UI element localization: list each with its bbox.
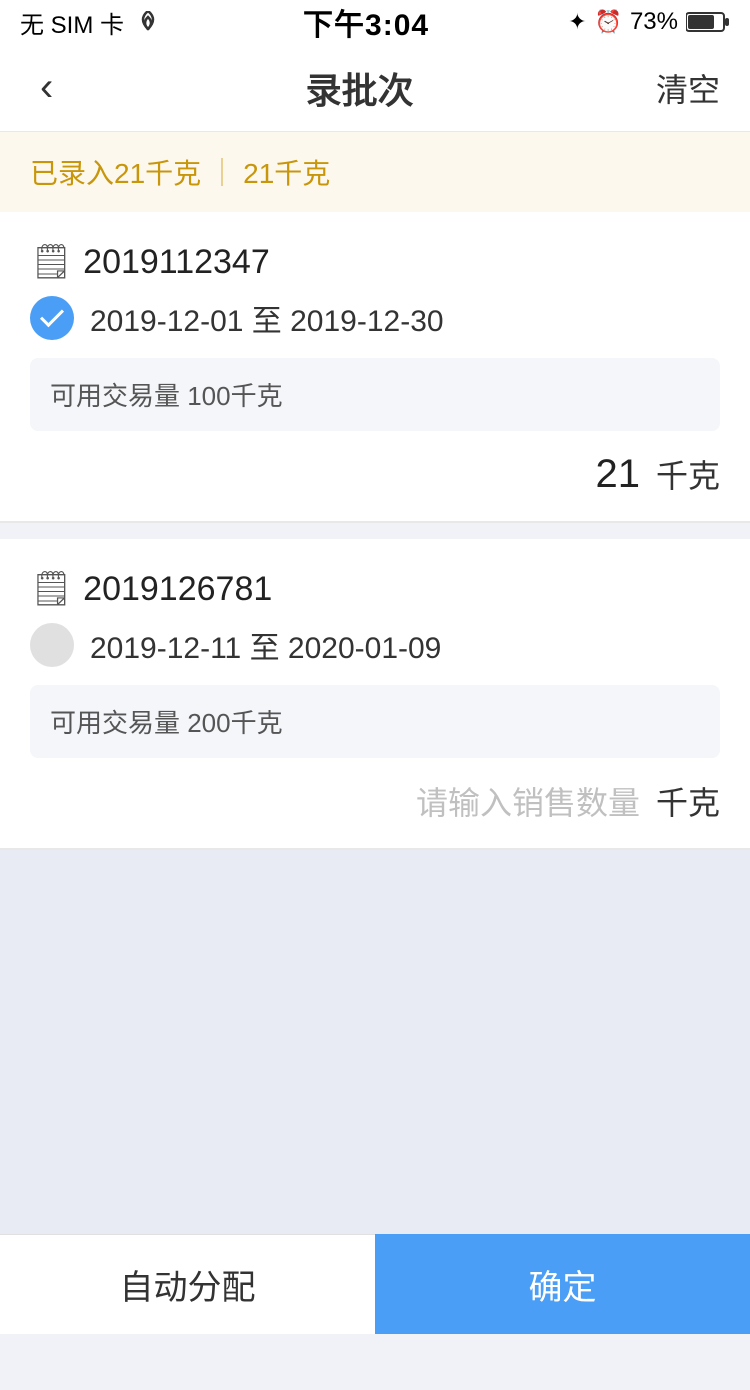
batch-1-available: 可用交易量 100千克 [30, 358, 720, 431]
batch-1-header: 🗒 2019112347 [30, 242, 720, 282]
batch-2-input-row[interactable]: 请输入销售数量 千克 [0, 758, 750, 850]
batch-1-radio[interactable] [30, 296, 74, 340]
summary-recorded: 已录入21千克 [30, 152, 201, 192]
summary-divider [221, 158, 223, 186]
checkmark-icon [40, 303, 64, 327]
no-sim-text: 无 SIM 卡 [20, 5, 124, 40]
summary-bar: 已录入21千克 21千克 [0, 132, 750, 212]
auto-distribute-button[interactable]: 自动分配 [0, 1234, 375, 1334]
batch-card-2: 🗒 2019126781 2019-12-11 至 2020-01-09 可用交… [0, 539, 750, 758]
status-bar: 无 SIM 卡 下午3:04 ✦ ⏰ 73% [0, 0, 750, 44]
batch-1-input-row[interactable]: 21 千克 [0, 431, 750, 523]
battery-percent: 73% [630, 8, 678, 36]
batch-1-date-row[interactable]: 2019-12-01 至 2019-12-30 [30, 296, 720, 340]
status-left: 无 SIM 卡 [20, 5, 164, 40]
batch-2-unit: 千克 [656, 778, 720, 824]
page-title: 录批次 [306, 62, 414, 114]
confirm-button[interactable]: 确定 [375, 1234, 750, 1334]
wifi-icon [132, 11, 164, 33]
status-time: 下午3:04 [303, 0, 429, 44]
batch-2-quantity-placeholder: 请输入销售数量 [416, 778, 640, 824]
batch-2-radio[interactable] [30, 623, 74, 667]
batch-1-number: 2019112347 [83, 243, 270, 282]
summary-amount: 21千克 [243, 152, 330, 192]
bottom-bar: 自动分配 确定 [0, 1234, 750, 1334]
battery-icon [686, 11, 730, 33]
batch-card-1: 🗒 2019112347 2019-12-01 至 2019-12-30 可用交… [0, 212, 750, 431]
batch-1-icon: 🗒 [30, 242, 73, 282]
batch-2-header: 🗒 2019126781 [30, 569, 720, 609]
batch-1-quantity: 21 [595, 452, 640, 497]
batch-2-number: 2019126781 [83, 570, 272, 609]
empty-area [0, 850, 750, 1290]
batch-1-date: 2019-12-01 至 2019-12-30 [90, 296, 444, 340]
alarm-icon: ⏰ [595, 9, 622, 35]
back-button[interactable]: ‹ [30, 55, 63, 120]
clear-button[interactable]: 清空 [656, 65, 720, 111]
batch-2-icon: 🗒 [30, 569, 73, 609]
status-right: ✦ ⏰ 73% [568, 8, 730, 36]
nav-bar: ‹ 录批次 清空 [0, 44, 750, 132]
batch-2-date: 2019-12-11 至 2020-01-09 [90, 623, 441, 667]
batch-2-available: 可用交易量 200千克 [30, 685, 720, 758]
location-icon: ✦ [568, 9, 586, 35]
batch-2-date-row[interactable]: 2019-12-11 至 2020-01-09 [30, 623, 720, 667]
batch-1-unit: 千克 [656, 451, 720, 497]
card-divider [0, 523, 750, 539]
